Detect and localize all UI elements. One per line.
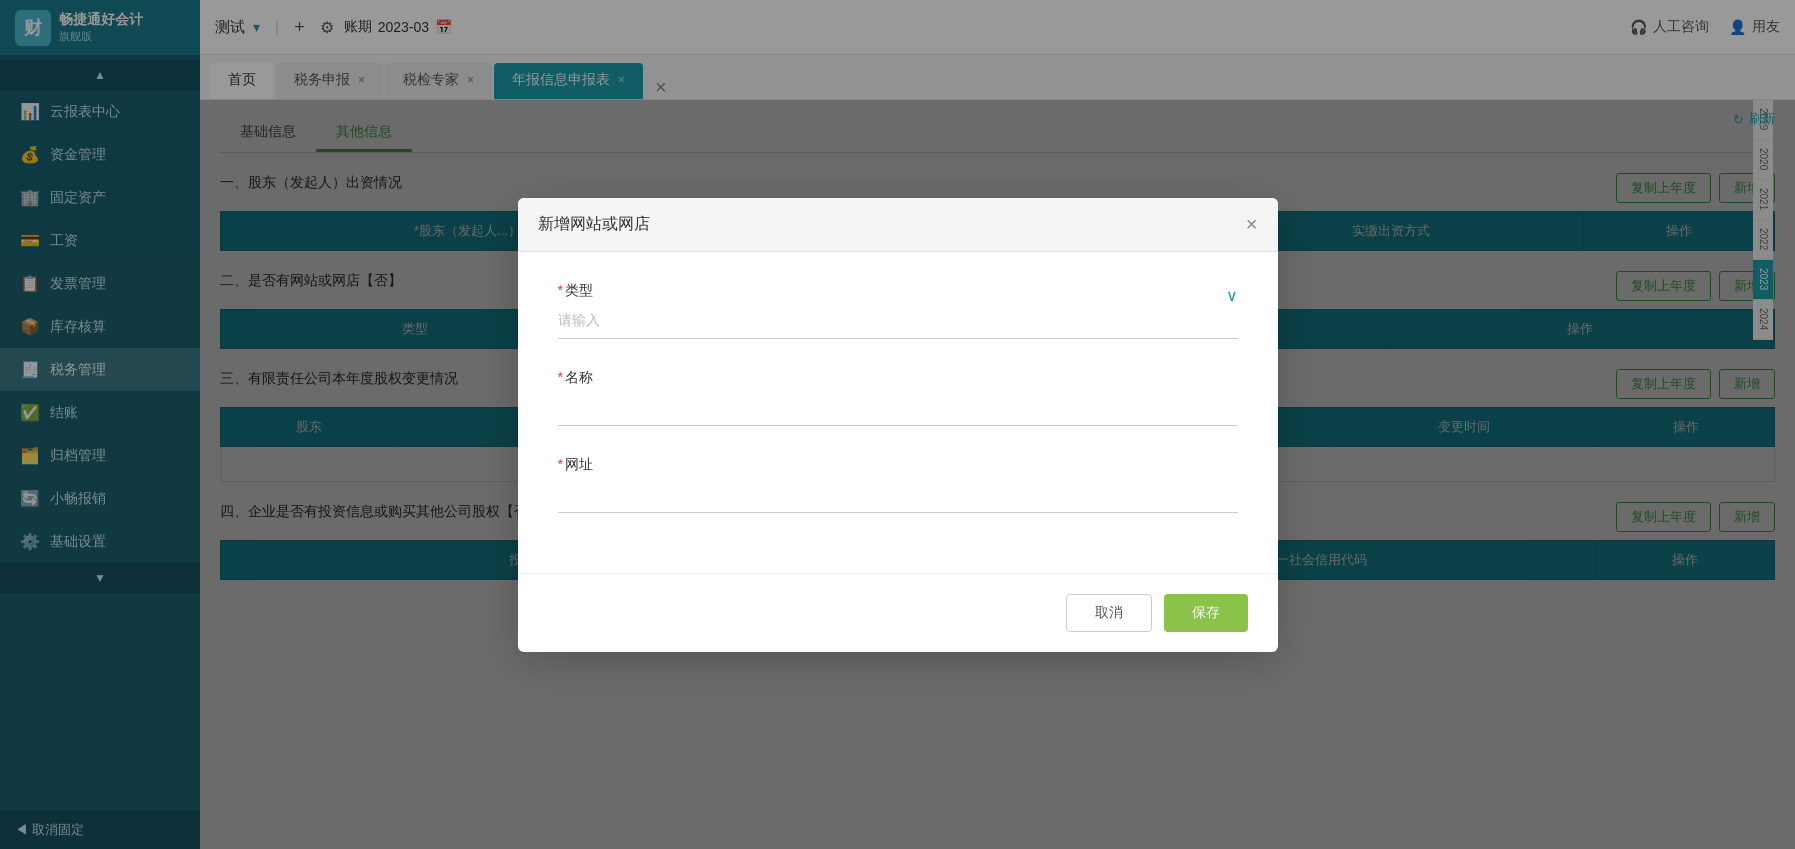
modal-close-btn[interactable]: × bbox=[1246, 214, 1258, 234]
url-input[interactable] bbox=[558, 482, 1238, 506]
cancel-button[interactable]: 取消 bbox=[1066, 594, 1152, 632]
name-input-wrapper: *名称 bbox=[558, 369, 1238, 426]
modal-body: *类型 ∨ *名称 *网址 bbox=[518, 252, 1278, 573]
type-input[interactable] bbox=[558, 308, 1238, 332]
form-row-type: *类型 ∨ bbox=[558, 282, 1238, 339]
type-input-wrapper: *类型 ∨ bbox=[558, 282, 1238, 339]
save-button[interactable]: 保存 bbox=[1164, 594, 1248, 632]
type-label: *类型 bbox=[558, 282, 1238, 300]
url-label: *网址 bbox=[558, 456, 1238, 474]
modal-overlay[interactable]: 新增网站或网店 × *类型 ∨ *名称 bbox=[0, 0, 1795, 849]
form-row-name: *名称 bbox=[558, 369, 1238, 426]
url-input-wrapper: *网址 bbox=[558, 456, 1238, 513]
name-label: *名称 bbox=[558, 369, 1238, 387]
modal-header: 新增网站或网店 × bbox=[518, 198, 1278, 252]
modal-title: 新增网站或网店 bbox=[538, 214, 650, 235]
modal-footer: 取消 保存 bbox=[518, 573, 1278, 652]
type-dropdown-icon[interactable]: ∨ bbox=[1226, 286, 1238, 305]
add-website-modal: 新增网站或网店 × *类型 ∨ *名称 bbox=[518, 198, 1278, 652]
form-row-url: *网址 bbox=[558, 456, 1238, 513]
name-input[interactable] bbox=[558, 395, 1238, 419]
